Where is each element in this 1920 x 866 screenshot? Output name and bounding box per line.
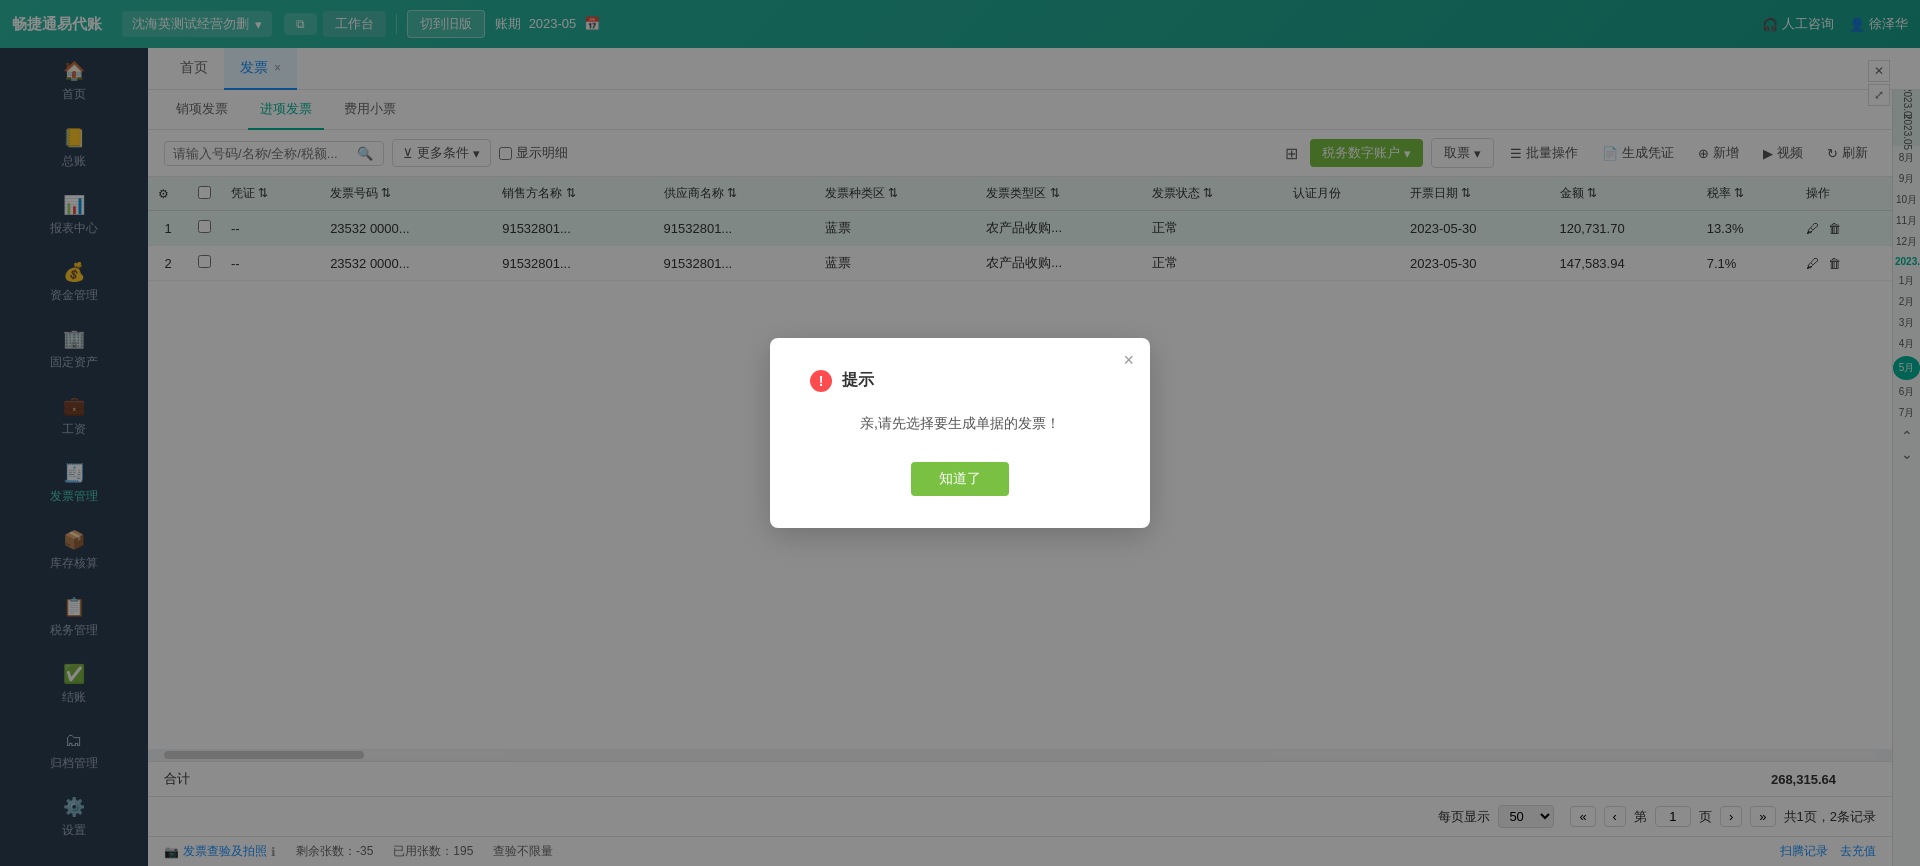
modal-title-row: ! 提示 xyxy=(810,370,1110,392)
modal-close-button[interactable]: × xyxy=(1123,350,1134,371)
modal-title: 提示 xyxy=(842,370,874,391)
modal-message: 亲,请先选择要生成单据的发票！ xyxy=(810,412,1110,434)
modal-overlay: × ! 提示 亲,请先选择要生成单据的发票！ 知道了 xyxy=(0,0,1920,866)
modal-confirm-button[interactable]: 知道了 xyxy=(911,462,1009,496)
warning-icon: ! xyxy=(810,370,832,392)
modal-dialog: × ! 提示 亲,请先选择要生成单据的发票！ 知道了 xyxy=(770,338,1150,528)
